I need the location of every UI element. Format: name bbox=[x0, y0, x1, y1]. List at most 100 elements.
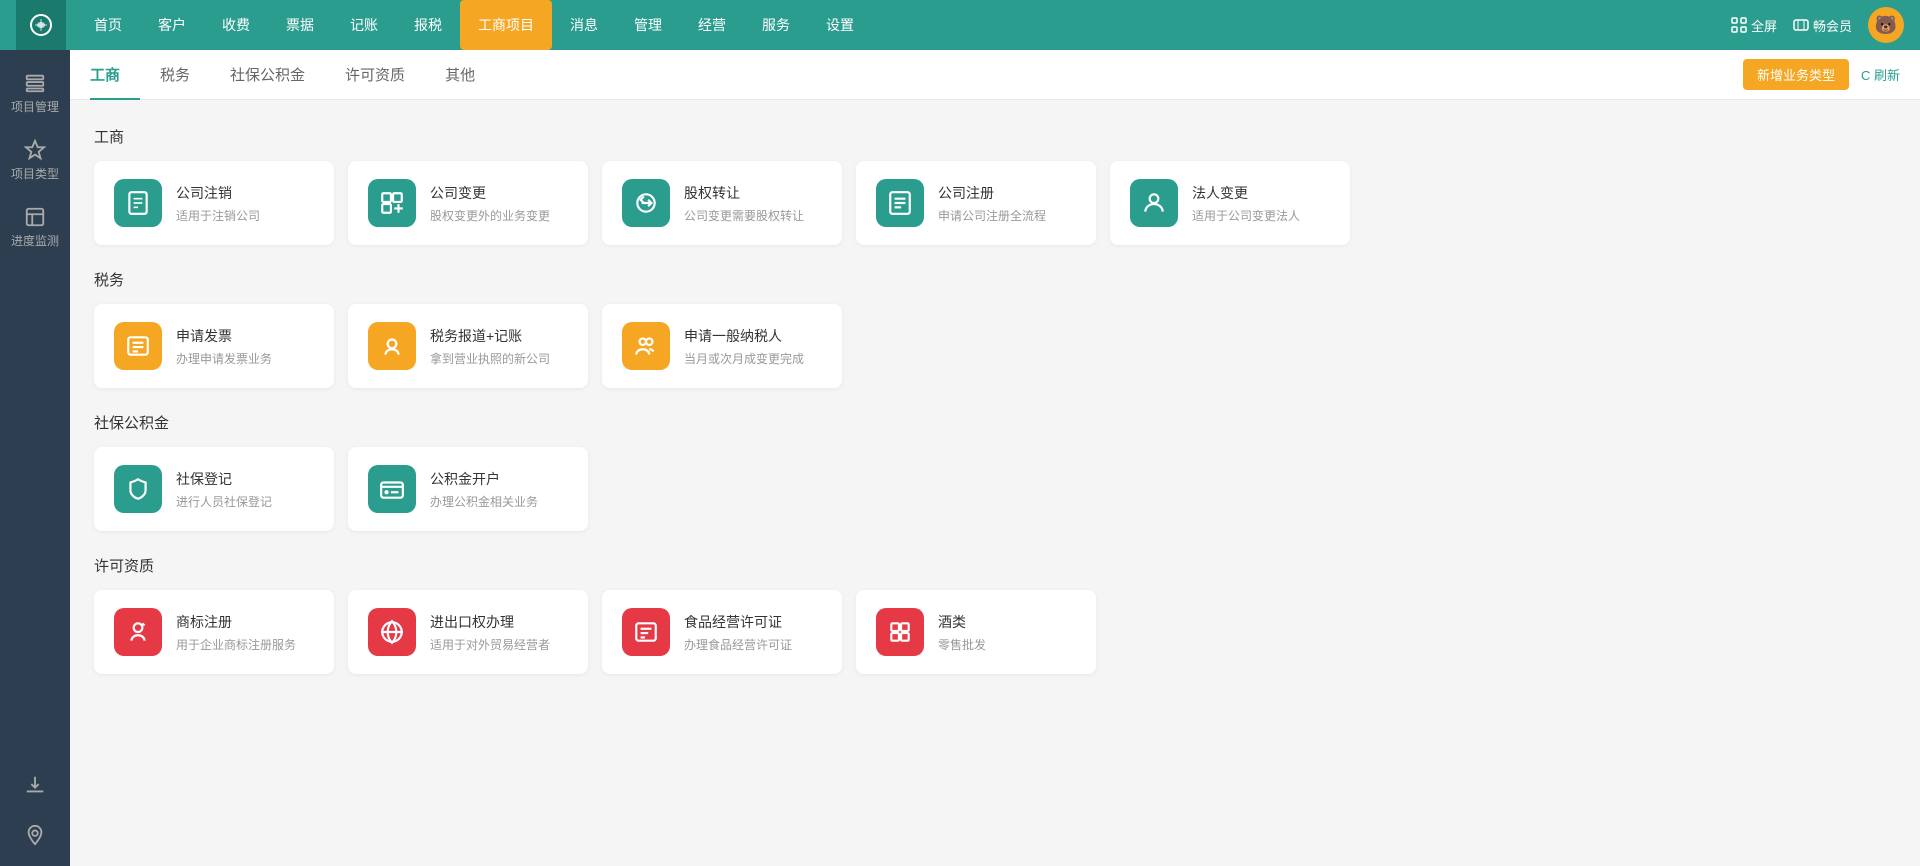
sidebar-item-project-mgmt[interactable]: 项目管理 bbox=[0, 60, 70, 127]
card-desc-company-change: 股权变更外的业务变更 bbox=[430, 207, 550, 224]
card-desc-alcohol: 零售批发 bbox=[938, 636, 986, 653]
card-tax-report[interactable]: 税务报道+记账 拿到营业执照的新公司 bbox=[348, 304, 588, 388]
card-social-security[interactable]: 社保登记 进行人员社保登记 bbox=[94, 447, 334, 531]
sidebar-item-project-type[interactable]: 项目类型 bbox=[0, 127, 70, 194]
fullscreen-btn[interactable]: 全屏 bbox=[1731, 16, 1777, 35]
nav-item-4[interactable]: 记账 bbox=[332, 0, 396, 50]
card-desc-tax-report: 拿到营业执照的新公司 bbox=[430, 350, 550, 367]
card-title-alcohol: 酒类 bbox=[938, 612, 986, 632]
card-text-social-security: 社保登记 进行人员社保登记 bbox=[176, 469, 272, 510]
card-title-provident-fund: 公积金开户 bbox=[430, 469, 538, 489]
nav-item-2[interactable]: 收费 bbox=[204, 0, 268, 50]
gongshang-cards: 公司注销 适用于注销公司 bbox=[94, 161, 1896, 245]
nav-right: 全屏 畅会员 🐻 bbox=[1731, 7, 1904, 43]
card-text-alcohol: 酒类 零售批发 bbox=[938, 612, 986, 653]
tab-shuiwu[interactable]: 税务 bbox=[140, 50, 210, 100]
card-text-company-cancel: 公司注销 适用于注销公司 bbox=[176, 183, 260, 224]
nav-item-3[interactable]: 票据 bbox=[268, 0, 332, 50]
user-avatar[interactable]: 🐻 bbox=[1868, 7, 1904, 43]
nav-items: 首页客户收费票据记账报税工商项目消息管理经营服务设置 bbox=[76, 0, 1731, 50]
sidebar-location-icon[interactable] bbox=[24, 814, 46, 856]
tab-gongshang[interactable]: 工商 bbox=[90, 50, 140, 100]
card-desc-company-register: 申请公司注册全流程 bbox=[938, 207, 1046, 224]
card-desc-trademark: 用于企业商标注册服务 bbox=[176, 636, 296, 653]
tab-xuke[interactable]: 许可资质 bbox=[325, 50, 425, 100]
nav-item-1[interactable]: 客户 bbox=[140, 0, 204, 50]
tab-qita[interactable]: 其他 bbox=[425, 50, 495, 100]
card-trademark[interactable]: 商标注册 用于企业商标注册服务 bbox=[94, 590, 334, 674]
nav-item-8[interactable]: 管理 bbox=[616, 0, 680, 50]
card-icon-provident-fund bbox=[368, 465, 416, 513]
card-icon-alcohol bbox=[876, 608, 924, 656]
card-title-trademark: 商标注册 bbox=[176, 612, 296, 632]
vip-label: 畅会员 bbox=[1813, 16, 1852, 35]
refresh-button[interactable]: C 刷新 bbox=[1861, 65, 1900, 84]
card-icon-trademark bbox=[114, 608, 162, 656]
card-invoice[interactable]: 申请发票 办理申请发票业务 bbox=[94, 304, 334, 388]
card-equity-transfer[interactable]: 股权转让 公司变更需要股权转让 bbox=[602, 161, 842, 245]
card-alcohol[interactable]: 酒类 零售批发 bbox=[856, 590, 1096, 674]
tab-shebao[interactable]: 社保公积金 bbox=[210, 50, 325, 100]
nav-item-11[interactable]: 设置 bbox=[808, 0, 872, 50]
card-company-change[interactable]: 公司变更 股权变更外的业务变更 bbox=[348, 161, 588, 245]
card-title-legal-change: 法人变更 bbox=[1192, 183, 1300, 203]
nav-item-0[interactable]: 首页 bbox=[76, 0, 140, 50]
card-text-company-change: 公司变更 股权变更外的业务变更 bbox=[430, 183, 550, 224]
card-icon-equity-transfer bbox=[622, 179, 670, 227]
card-desc-invoice: 办理申请发票业务 bbox=[176, 350, 272, 367]
card-desc-company-cancel: 适用于注销公司 bbox=[176, 207, 260, 224]
sidebar-download-icon[interactable] bbox=[24, 764, 46, 806]
tabs-actions: 新增业务类型 C 刷新 bbox=[1743, 59, 1900, 90]
card-text-import-export: 进出口权办理 适用于对外贸易经营者 bbox=[430, 612, 550, 653]
card-title-general-taxpayer: 申请一般纳税人 bbox=[684, 326, 804, 346]
section-xuke: 许可资质 商标注册 用于企业商标注册服务 bbox=[94, 555, 1896, 674]
section-shuiwu: 税务 申请发票 办理申请发票 bbox=[94, 269, 1896, 388]
card-company-cancel[interactable]: 公司注销 适用于注销公司 bbox=[94, 161, 334, 245]
card-title-company-register: 公司注册 bbox=[938, 183, 1046, 203]
xuke-cards: 商标注册 用于企业商标注册服务 进出口权办理 bbox=[94, 590, 1896, 674]
main-content: 工商 税务 社保公积金 许可资质 其他 新增业务类型 C 刷新 工商 bbox=[70, 50, 1920, 866]
card-desc-legal-change: 适用于公司变更法人 bbox=[1192, 207, 1300, 224]
card-icon-company-register bbox=[876, 179, 924, 227]
tab-shuiwu-label: 税务 bbox=[160, 64, 190, 85]
card-text-trademark: 商标注册 用于企业商标注册服务 bbox=[176, 612, 296, 653]
card-import-export[interactable]: 进出口权办理 适用于对外贸易经营者 bbox=[348, 590, 588, 674]
card-text-tax-report: 税务报道+记账 拿到营业执照的新公司 bbox=[430, 326, 550, 367]
tab-xuke-label: 许可资质 bbox=[345, 64, 405, 85]
card-company-register[interactable]: 公司注册 申请公司注册全流程 bbox=[856, 161, 1096, 245]
section-gongshang-title: 工商 bbox=[94, 126, 1896, 147]
card-icon-invoice bbox=[114, 322, 162, 370]
nav-item-5[interactable]: 报税 bbox=[396, 0, 460, 50]
card-food-license[interactable]: 食品经营许可证 办理食品经营许可证 bbox=[602, 590, 842, 674]
card-desc-equity-transfer: 公司变更需要股权转让 bbox=[684, 207, 804, 224]
top-nav: 首页客户收费票据记账报税工商项目消息管理经营服务设置 全屏 畅会员 🐻 bbox=[0, 0, 1920, 50]
section-shuiwu-title: 税务 bbox=[94, 269, 1896, 290]
shuiwu-cards: 申请发票 办理申请发票业务 税务报道+记账 bbox=[94, 304, 1896, 388]
shebao-cards: 社保登记 进行人员社保登记 bbox=[94, 447, 1896, 531]
card-text-food-license: 食品经营许可证 办理食品经营许可证 bbox=[684, 612, 792, 653]
card-legal-change[interactable]: 法人变更 适用于公司变更法人 bbox=[1110, 161, 1350, 245]
card-icon-social-security bbox=[114, 465, 162, 513]
card-general-taxpayer[interactable]: 申请一般纳税人 当月或次月成变更完成 bbox=[602, 304, 842, 388]
section-shebao: 社保公积金 社保登记 进行人员社保登记 bbox=[94, 412, 1896, 531]
tab-qita-label: 其他 bbox=[445, 64, 475, 85]
card-icon-import-export bbox=[368, 608, 416, 656]
nav-item-10[interactable]: 服务 bbox=[744, 0, 808, 50]
vip-btn[interactable]: 畅会员 bbox=[1793, 16, 1852, 35]
section-gongshang: 工商 公司注销 适用于注销公 bbox=[94, 126, 1896, 245]
card-title-tax-report: 税务报道+记账 bbox=[430, 326, 550, 346]
content-area: 工商 公司注销 适用于注销公 bbox=[70, 100, 1920, 866]
tabs-bar: 工商 税务 社保公积金 许可资质 其他 新增业务类型 C 刷新 bbox=[70, 50, 1920, 100]
card-provident-fund[interactable]: 公积金开户 办理公积金相关业务 bbox=[348, 447, 588, 531]
card-desc-import-export: 适用于对外贸易经营者 bbox=[430, 636, 550, 653]
card-desc-social-security: 进行人员社保登记 bbox=[176, 493, 272, 510]
nav-item-7[interactable]: 消息 bbox=[552, 0, 616, 50]
add-type-button[interactable]: 新增业务类型 bbox=[1743, 59, 1849, 90]
nav-item-9[interactable]: 经营 bbox=[680, 0, 744, 50]
card-text-equity-transfer: 股权转让 公司变更需要股权转让 bbox=[684, 183, 804, 224]
tab-gongshang-label: 工商 bbox=[90, 64, 120, 85]
sidebar-item-progress[interactable]: 进度监测 bbox=[0, 194, 70, 261]
nav-item-6[interactable]: 工商项目 bbox=[460, 0, 552, 50]
card-text-legal-change: 法人变更 适用于公司变更法人 bbox=[1192, 183, 1300, 224]
card-text-general-taxpayer: 申请一般纳税人 当月或次月成变更完成 bbox=[684, 326, 804, 367]
